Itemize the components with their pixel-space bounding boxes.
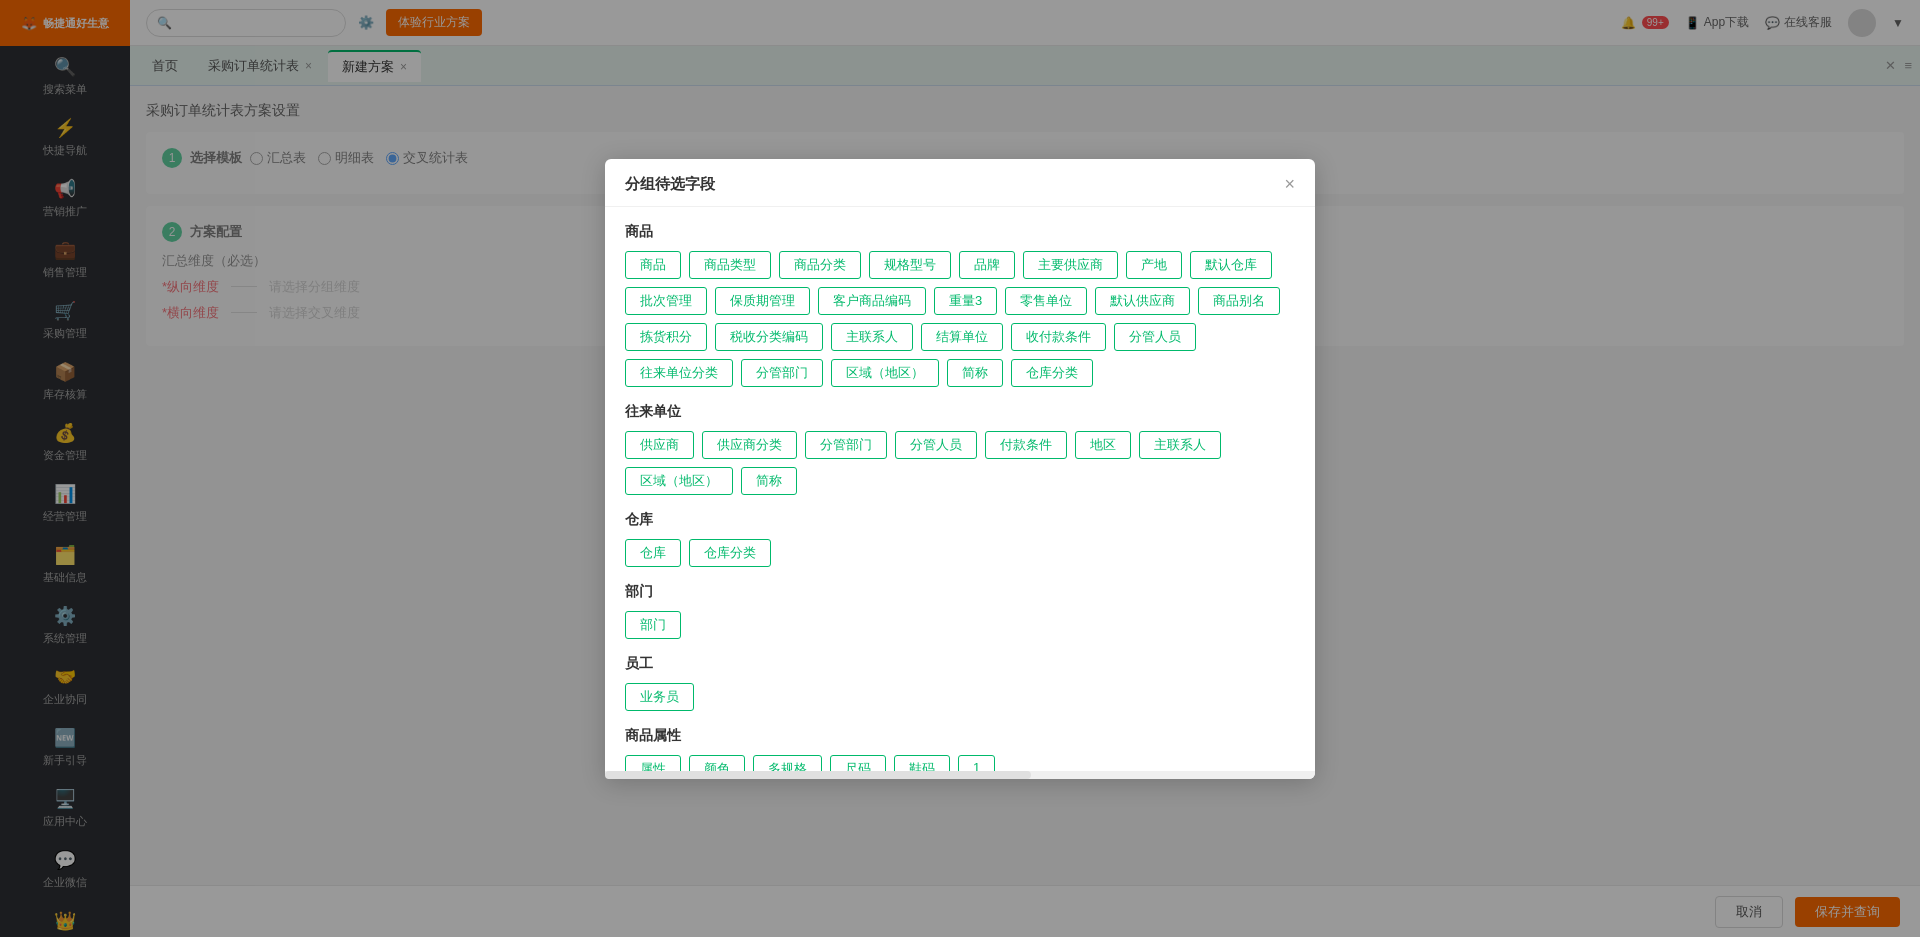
section-title-5: 商品属性 <box>625 727 1295 745</box>
tag-1-5[interactable]: 地区 <box>1075 431 1131 459</box>
section-title-2: 仓库 <box>625 511 1295 529</box>
tag-2-1[interactable]: 仓库分类 <box>689 539 771 567</box>
tag-grid-5: 属性颜色多规格尺码鞋码 1 <box>625 755 1295 772</box>
dialog: 分组待选字段 × 商品商品商品类型商品分类规格型号品牌主要供应商产地默认仓库批次… <box>605 159 1315 779</box>
tag-0-20[interactable]: 分管人员 <box>1114 323 1196 351</box>
tag-0-0[interactable]: 商品 <box>625 251 681 279</box>
tag-grid-2: 仓库仓库分类 <box>625 539 1295 567</box>
tag-5-3[interactable]: 尺码 <box>830 755 886 772</box>
tag-0-24[interactable]: 简称 <box>947 359 1003 387</box>
overlay: 分组待选字段 × 商品商品商品类型商品分类规格型号品牌主要供应商产地默认仓库批次… <box>0 0 1920 937</box>
tag-grid-1: 供应商供应商分类分管部门分管人员付款条件地区主联系人区域（地区） 简称 <box>625 431 1295 495</box>
tag-0-9[interactable]: 保质期管理 <box>715 287 810 315</box>
tag-0-2[interactable]: 商品分类 <box>779 251 861 279</box>
tag-grid-4: 业务员 <box>625 683 1295 711</box>
tag-0-25[interactable]: 仓库分类 <box>1011 359 1093 387</box>
tag-grid-0: 商品商品类型商品分类规格型号品牌主要供应商产地默认仓库批次管理保质期管理客户商品… <box>625 251 1295 387</box>
tag-3-0[interactable]: 部门 <box>625 611 681 639</box>
tag-5-0[interactable]: 属性 <box>625 755 681 772</box>
tag-5-4[interactable]: 鞋码 <box>894 755 950 772</box>
section-title-3: 部门 <box>625 583 1295 601</box>
tag-0-5[interactable]: 主要供应商 <box>1023 251 1118 279</box>
tag-5-5[interactable]: 1 <box>958 755 995 772</box>
tag-0-18[interactable]: 结算单位 <box>921 323 1003 351</box>
tag-1-8[interactable]: 简称 <box>741 467 797 495</box>
tag-1-2[interactable]: 分管部门 <box>805 431 887 459</box>
section-title-4: 员工 <box>625 655 1295 673</box>
tag-0-3[interactable]: 规格型号 <box>869 251 951 279</box>
section-title-1: 往来单位 <box>625 403 1295 421</box>
tag-0-11[interactable]: 重量3 <box>934 287 997 315</box>
section-title-0: 商品 <box>625 223 1295 241</box>
tag-0-14[interactable]: 商品别名 <box>1198 287 1280 315</box>
tag-4-0[interactable]: 业务员 <box>625 683 694 711</box>
tag-0-10[interactable]: 客户商品编码 <box>818 287 926 315</box>
dialog-close-button[interactable]: × <box>1284 175 1295 193</box>
tag-0-6[interactable]: 产地 <box>1126 251 1182 279</box>
tag-0-22[interactable]: 分管部门 <box>741 359 823 387</box>
tag-0-4[interactable]: 品牌 <box>959 251 1015 279</box>
tag-1-3[interactable]: 分管人员 <box>895 431 977 459</box>
tag-0-21[interactable]: 往来单位分类 <box>625 359 733 387</box>
tag-1-0[interactable]: 供应商 <box>625 431 694 459</box>
tag-1-4[interactable]: 付款条件 <box>985 431 1067 459</box>
tag-1-1[interactable]: 供应商分类 <box>702 431 797 459</box>
tag-0-16[interactable]: 税收分类编码 <box>715 323 823 351</box>
dialog-header: 分组待选字段 × <box>605 159 1315 207</box>
tag-0-17[interactable]: 主联系人 <box>831 323 913 351</box>
tag-0-15[interactable]: 拣货积分 <box>625 323 707 351</box>
tag-0-12[interactable]: 零售单位 <box>1005 287 1087 315</box>
tag-5-1[interactable]: 颜色 <box>689 755 745 772</box>
tag-1-7[interactable]: 区域（地区） <box>625 467 733 495</box>
tag-1-6[interactable]: 主联系人 <box>1139 431 1221 459</box>
dialog-title: 分组待选字段 <box>625 175 715 194</box>
tag-0-1[interactable]: 商品类型 <box>689 251 771 279</box>
tag-0-8[interactable]: 批次管理 <box>625 287 707 315</box>
tag-grid-3: 部门 <box>625 611 1295 639</box>
tag-5-2[interactable]: 多规格 <box>753 755 822 772</box>
dialog-horizontal-scrollbar[interactable] <box>605 771 1315 778</box>
dialog-body: 商品商品商品类型商品分类规格型号品牌主要供应商产地默认仓库批次管理保质期管理客户… <box>605 207 1315 772</box>
tag-0-19[interactable]: 收付款条件 <box>1011 323 1106 351</box>
tag-0-23[interactable]: 区域（地区） <box>831 359 939 387</box>
tag-2-0[interactable]: 仓库 <box>625 539 681 567</box>
tag-0-7[interactable]: 默认仓库 <box>1190 251 1272 279</box>
tag-0-13[interactable]: 默认供应商 <box>1095 287 1190 315</box>
